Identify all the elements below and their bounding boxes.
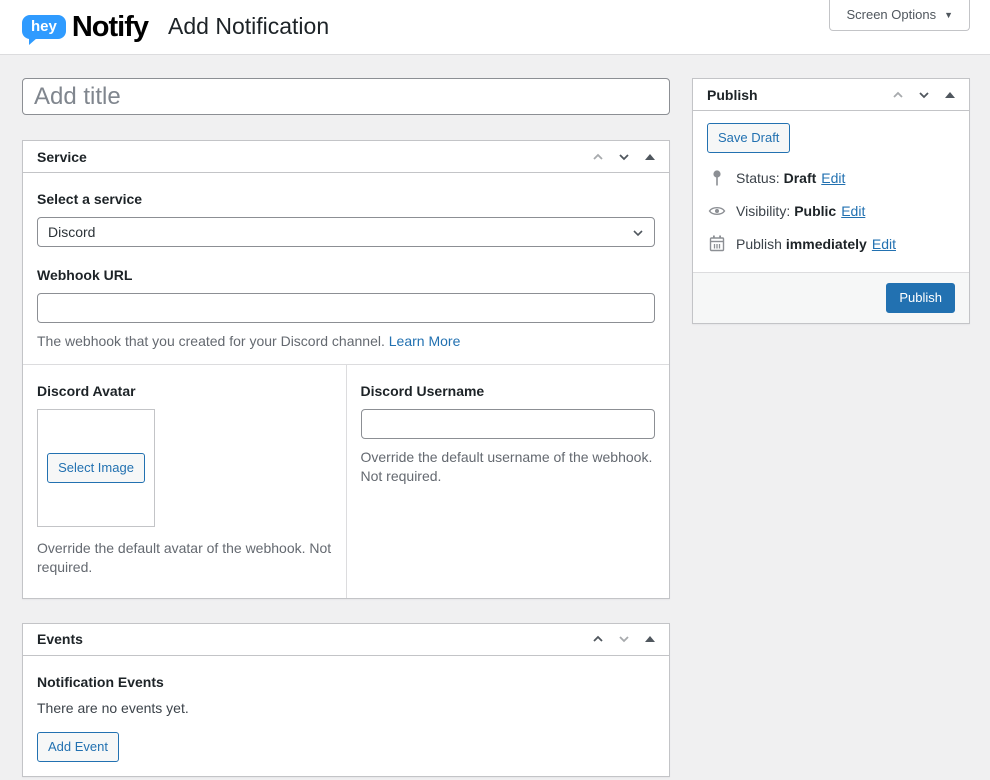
pin-icon — [707, 169, 727, 187]
discord-avatar-column: Discord Avatar Select Image Override the… — [23, 364, 347, 598]
save-draft-row: Save Draft — [707, 123, 955, 153]
discord-username-column: Discord Username Override the default us… — [347, 365, 670, 598]
webhook-url-help: The webhook that you created for your Di… — [37, 332, 655, 352]
publish-metabox-footer: Publish — [693, 272, 969, 323]
page-title: Add Notification — [168, 13, 330, 40]
visibility-value: Public — [794, 203, 837, 219]
logo-bubble-text: hey — [31, 18, 57, 35]
logo-bubble-tail-icon — [29, 38, 37, 45]
move-up-icon[interactable] — [585, 144, 611, 170]
hey-notify-logo: hey Notify — [22, 10, 149, 45]
publish-metabox-header: Publish — [693, 79, 969, 111]
discord-avatar-help: Override the default avatar of the webho… — [37, 539, 332, 576]
publish-button[interactable]: Publish — [886, 283, 955, 313]
webhook-url-input[interactable] — [37, 293, 655, 323]
service-select[interactable]: Discord — [37, 217, 655, 247]
service-select-field: Select a service Discord — [37, 191, 655, 247]
select-image-button[interactable]: Select Image — [47, 452, 145, 483]
toggle-panel-icon[interactable] — [637, 144, 663, 170]
discord-username-help: Override the default username of the web… — [360, 448, 653, 485]
publish-metabox: Publish Save Draft Status: Draft Edit Vi… — [692, 78, 970, 324]
toggle-panel-icon[interactable] — [637, 626, 663, 652]
avatar-preview-box: Select Image — [37, 408, 155, 527]
notification-events-heading: Notification Events — [37, 673, 164, 690]
main-column: Service Select a service Discord — [22, 78, 670, 777]
discord-username-label: Discord Username — [360, 382, 485, 399]
publish-time-edit-link[interactable]: Edit — [872, 236, 896, 252]
webhook-url-help-text: The webhook that you created for your Di… — [37, 333, 385, 349]
service-metabox: Service Select a service Discord Webhook… — [22, 140, 670, 599]
discord-avatar-label: Discord Avatar — [37, 382, 136, 399]
status-label: Status: — [736, 170, 780, 186]
service-select-value: Discord — [48, 224, 96, 240]
service-select-label: Select a service — [37, 191, 143, 207]
visibility-row: Visibility: Public Edit — [707, 203, 955, 219]
select-chevron-down-icon — [631, 226, 645, 243]
events-metabox-title: Events — [37, 631, 83, 648]
status-edit-link[interactable]: Edit — [821, 170, 845, 186]
toggle-panel-icon[interactable] — [937, 82, 963, 108]
no-events-message: There are no events yet. — [37, 699, 189, 716]
top-header-bar: hey Notify Add Notification Screen Optio… — [0, 0, 990, 55]
content-area: Service Select a service Discord — [0, 55, 990, 777]
screen-options-button[interactable]: Screen Options ▼ — [829, 0, 970, 31]
service-metabox-header: Service — [23, 141, 669, 173]
save-draft-button[interactable]: Save Draft — [707, 123, 791, 153]
events-metabox-body: Notification Events There are no events … — [23, 656, 669, 776]
visibility-edit-link[interactable]: Edit — [841, 203, 865, 219]
visibility-label: Visibility: — [736, 203, 791, 219]
move-down-icon[interactable] — [611, 626, 637, 652]
sidebar-column: Publish Save Draft Status: Draft Edit Vi… — [692, 78, 970, 324]
discord-username-input[interactable] — [360, 408, 655, 439]
publish-time-value: immediately — [785, 235, 867, 252]
events-metabox-header: Events — [23, 624, 669, 656]
learn-more-link[interactable]: Learn More — [389, 333, 461, 349]
publish-metabox-title: Publish — [707, 86, 758, 103]
service-metabox-title: Service — [37, 148, 87, 165]
move-down-icon[interactable] — [911, 82, 937, 108]
calendar-icon — [707, 235, 727, 252]
service-metabox-body: Select a service Discord Webhook URL The… — [23, 173, 669, 364]
logo-speech-bubble: hey — [22, 15, 66, 45]
schedule-row: Publish immediately Edit — [707, 235, 955, 252]
move-up-icon[interactable] — [585, 626, 611, 652]
eye-icon — [707, 204, 727, 218]
publish-time-label: Publish — [736, 235, 782, 252]
move-up-icon[interactable] — [885, 82, 911, 108]
title-input[interactable] — [22, 78, 670, 115]
add-event-button[interactable]: Add Event — [37, 731, 119, 762]
events-metabox: Events Notification Events There are no … — [22, 622, 670, 777]
webhook-url-label: Webhook URL — [37, 267, 133, 283]
move-down-icon[interactable] — [611, 144, 637, 170]
logo-name-text: Notify — [71, 10, 149, 43]
status-value: Draft — [783, 170, 817, 186]
webhook-url-field-group: Webhook URL The webhook that you created… — [37, 267, 655, 352]
status-row: Status: Draft Edit — [707, 169, 955, 187]
screen-options-label: Screen Options — [846, 7, 937, 22]
chevron-down-icon: ▼ — [944, 9, 953, 20]
publish-metabox-body: Save Draft Status: Draft Edit Visibility… — [693, 111, 969, 272]
service-columns: Discord Avatar Select Image Override the… — [23, 363, 670, 598]
